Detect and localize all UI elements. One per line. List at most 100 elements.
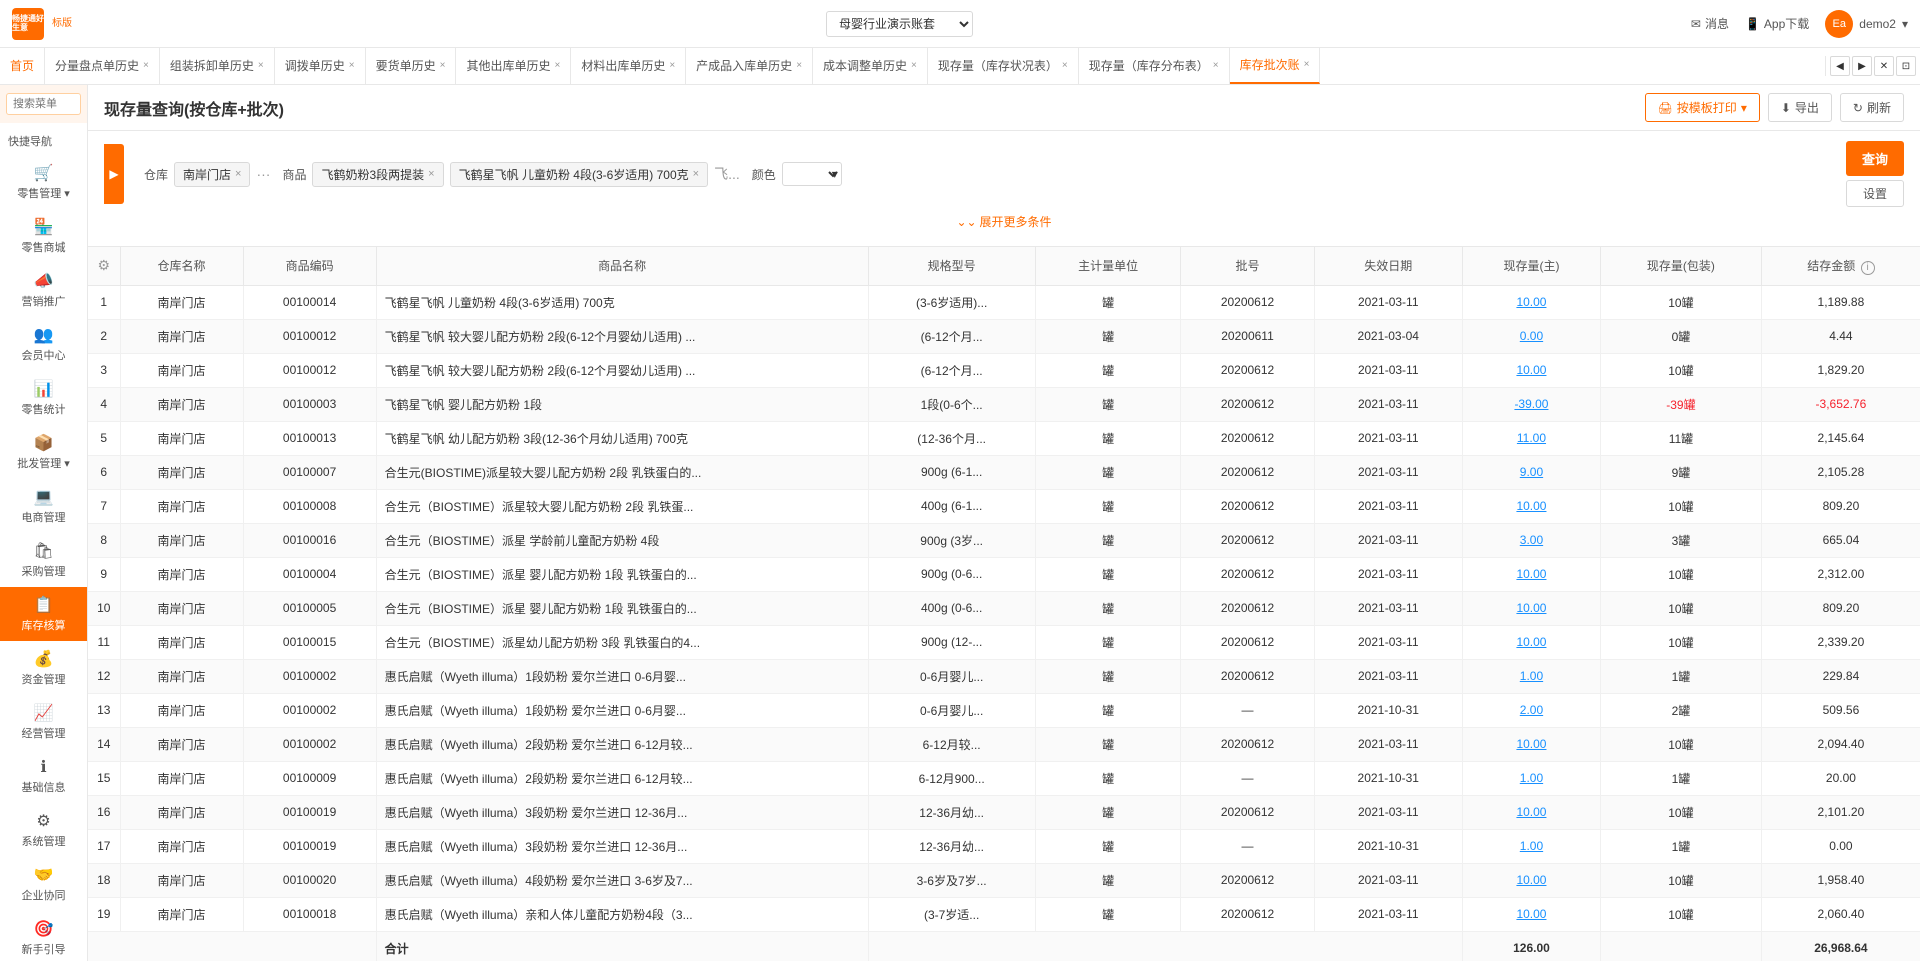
sidebar-icon-8: 📋 bbox=[0, 595, 87, 615]
cell-qty-main[interactable]: 10.00 bbox=[1462, 591, 1600, 625]
warehouse-dots[interactable]: ··· bbox=[256, 166, 270, 182]
sidebar-icon-1: 🏪 bbox=[0, 217, 87, 237]
close-tab-6[interactable]: × bbox=[669, 48, 675, 84]
cell-qty-main[interactable]: 10.00 bbox=[1462, 727, 1600, 761]
cell-qty-main[interactable]: 1.00 bbox=[1462, 829, 1600, 863]
sidebar-item-库存核算[interactable]: 📋库存核算 bbox=[0, 587, 87, 641]
filter-expand-left-btn[interactable]: ▶ bbox=[104, 144, 124, 204]
user-info[interactable]: Ea demo2 ▾ bbox=[1825, 10, 1908, 38]
cell-unit: 罐 bbox=[1035, 523, 1181, 557]
sidebar-item-经营管理[interactable]: 📈经营管理 bbox=[0, 695, 87, 749]
nav-tab-2[interactable]: 组装拆卸单历史× bbox=[160, 48, 275, 84]
sidebar-item-企业协同[interactable]: 🤝企业协同 bbox=[0, 857, 87, 911]
settings-btn[interactable]: 设置 bbox=[1846, 180, 1904, 207]
table-row: 13 南岸门店 00100002 惠氏启赋（Wyeth illuma）1段奶粉 … bbox=[88, 693, 1920, 727]
export-btn[interactable]: ⬇ 导出 bbox=[1768, 93, 1832, 122]
close-tab-1[interactable]: × bbox=[143, 48, 149, 84]
goods-tag-1[interactable]: 飞鹤奶粉3段两提装 × bbox=[312, 162, 443, 187]
cell-qty-main[interactable]: 10.00 bbox=[1462, 489, 1600, 523]
close-tab-10[interactable]: × bbox=[1213, 48, 1219, 84]
top-right: ✉ 消息 📱 App下载 Ea demo2 ▾ bbox=[1691, 10, 1908, 38]
cell-qty-pkg: 10罐 bbox=[1601, 353, 1762, 387]
nav-next-btn[interactable]: ▶ bbox=[1852, 56, 1872, 76]
search-input[interactable] bbox=[6, 93, 81, 115]
cell-qty-main[interactable]: 10.00 bbox=[1462, 897, 1600, 931]
sidebar-item-零售统计[interactable]: 📊零售统计 bbox=[0, 371, 87, 425]
close-tab-4[interactable]: × bbox=[440, 48, 446, 84]
cell-qty-main[interactable]: 10.00 bbox=[1462, 285, 1600, 319]
sidebar-item-资金管理[interactable]: 💰资金管理 bbox=[0, 641, 87, 695]
message-btn[interactable]: ✉ 消息 bbox=[1691, 15, 1729, 32]
goods-dots[interactable]: 飞... bbox=[714, 164, 740, 184]
cell-qty-main[interactable]: 10.00 bbox=[1462, 557, 1600, 591]
nav-expand-btn[interactable]: ⊡ bbox=[1896, 56, 1916, 76]
sidebar-item-批发管理[interactable]: 📦批发管理 ▾ bbox=[0, 425, 87, 479]
nav-tab-0[interactable]: 首页 bbox=[0, 48, 45, 84]
amount-info-icon[interactable]: i bbox=[1861, 261, 1875, 275]
close-tab-5[interactable]: × bbox=[554, 48, 560, 84]
cell-qty-main[interactable]: 2.00 bbox=[1462, 693, 1600, 727]
nav-close-btn[interactable]: ✕ bbox=[1874, 56, 1894, 76]
cell-qty-main[interactable]: 3.00 bbox=[1462, 523, 1600, 557]
sidebar-item-会员中心[interactable]: 👥会员中心 bbox=[0, 317, 87, 371]
sidebar-item-系统管理[interactable]: ⚙系统管理 bbox=[0, 803, 87, 857]
col-settings[interactable]: ⚙ bbox=[88, 247, 120, 285]
warehouse-tag-remove[interactable]: × bbox=[235, 168, 241, 180]
sidebar-item-采购管理[interactable]: 🛍采购管理 bbox=[0, 533, 87, 587]
sidebar-item-零售商城[interactable]: 🏪零售商城 bbox=[0, 209, 87, 263]
nav-tab-3[interactable]: 调拨单历史× bbox=[275, 48, 366, 84]
warehouse-tag[interactable]: 南岸门店 × bbox=[174, 162, 250, 187]
nav-tab-6[interactable]: 材料出库单历史× bbox=[571, 48, 686, 84]
cell-qty-main[interactable]: 10.00 bbox=[1462, 795, 1600, 829]
sidebar-item-电商管理[interactable]: 💻电商管理 bbox=[0, 479, 87, 533]
cell-qty-main[interactable]: 11.00 bbox=[1462, 421, 1600, 455]
cell-qty-main[interactable]: 10.00 bbox=[1462, 625, 1600, 659]
sidebar-icon-7: 🛍 bbox=[0, 541, 87, 561]
nav-tab-8[interactable]: 成本调整单历史× bbox=[813, 48, 928, 84]
cell-qty-main[interactable]: 0.00 bbox=[1462, 319, 1600, 353]
nav-tab-1[interactable]: 分量盘点单历史× bbox=[45, 48, 160, 84]
goods-tag-2-remove[interactable]: × bbox=[693, 168, 699, 180]
expand-more-btn[interactable]: ⌄⌄ 展开更多条件 bbox=[956, 213, 1051, 230]
app-download-btn[interactable]: 📱 App下载 bbox=[1745, 15, 1809, 32]
account-select[interactable]: 母婴行业演示账套 bbox=[826, 11, 973, 37]
close-tab-9[interactable]: × bbox=[1062, 48, 1068, 84]
logo-subtitle-text: 标版 bbox=[52, 17, 72, 30]
cell-qty-main[interactable]: 10.00 bbox=[1462, 353, 1600, 387]
cell-unit: 罐 bbox=[1035, 795, 1181, 829]
sidebar-item-营销推广[interactable]: 📣营销推广 bbox=[0, 263, 87, 317]
cell-qty-main[interactable]: 1.00 bbox=[1462, 761, 1600, 795]
nav-prev-btn[interactable]: ◀ bbox=[1830, 56, 1850, 76]
refresh-btn[interactable]: ↻ 刷新 bbox=[1840, 93, 1904, 122]
close-tab-2[interactable]: × bbox=[258, 48, 264, 84]
cell-name: 合生元（BIOSTIME）派星 婴儿配方奶粉 1段 乳铁蛋白的... bbox=[376, 591, 868, 625]
cell-qty-main[interactable]: -39.00 bbox=[1462, 387, 1600, 421]
cell-name: 惠氏启赋（Wyeth illuma）4段奶粉 爱尔兰进口 3-6岁及7... bbox=[376, 863, 868, 897]
close-tab-8[interactable]: × bbox=[911, 48, 917, 84]
cell-code: 00100019 bbox=[243, 795, 376, 829]
goods-tag-2[interactable]: 飞鹤星飞帆 儿童奶粉 4段(3-6岁适用) 700克 × bbox=[450, 162, 708, 187]
goods-tag-1-remove[interactable]: × bbox=[428, 168, 434, 180]
close-tab-7[interactable]: × bbox=[796, 48, 802, 84]
nav-tab-10[interactable]: 现存量（库存分布表）× bbox=[1079, 48, 1230, 84]
print-btn[interactable]: 🖨 按模板打印 ▾ bbox=[1645, 93, 1760, 122]
cell-batch: 20200612 bbox=[1181, 455, 1314, 489]
nav-tab-7[interactable]: 产成品入库单历史× bbox=[686, 48, 813, 84]
nav-tab-9[interactable]: 现存量（库存状况表）× bbox=[928, 48, 1079, 84]
close-tab-11[interactable]: × bbox=[1304, 48, 1310, 83]
cell-qty-main[interactable]: 9.00 bbox=[1462, 455, 1600, 489]
cell-warehouse: 南岸门店 bbox=[120, 829, 243, 863]
nav-tab-4[interactable]: 要货单历史× bbox=[366, 48, 457, 84]
close-tab-3[interactable]: × bbox=[349, 48, 355, 84]
gear-icon[interactable]: ⚙ bbox=[97, 257, 110, 273]
cell-qty-main[interactable]: 10.00 bbox=[1462, 863, 1600, 897]
sidebar-item-新手引导[interactable]: 🎯新手引导 bbox=[0, 911, 87, 961]
sidebar-item-基础信息[interactable]: ℹ基础信息 bbox=[0, 749, 87, 803]
color-select[interactable] bbox=[782, 162, 842, 186]
cell-qty-main[interactable]: 1.00 bbox=[1462, 659, 1600, 693]
tab-selector[interactable]: 母婴行业演示账套 bbox=[826, 11, 973, 37]
query-btn[interactable]: 查询 bbox=[1846, 141, 1904, 176]
nav-tab-11[interactable]: 库存批次账× bbox=[1230, 48, 1321, 84]
nav-tab-5[interactable]: 其他出库单历史× bbox=[456, 48, 571, 84]
sidebar-item-零售管理[interactable]: 🛒零售管理 ▾ bbox=[0, 155, 87, 209]
